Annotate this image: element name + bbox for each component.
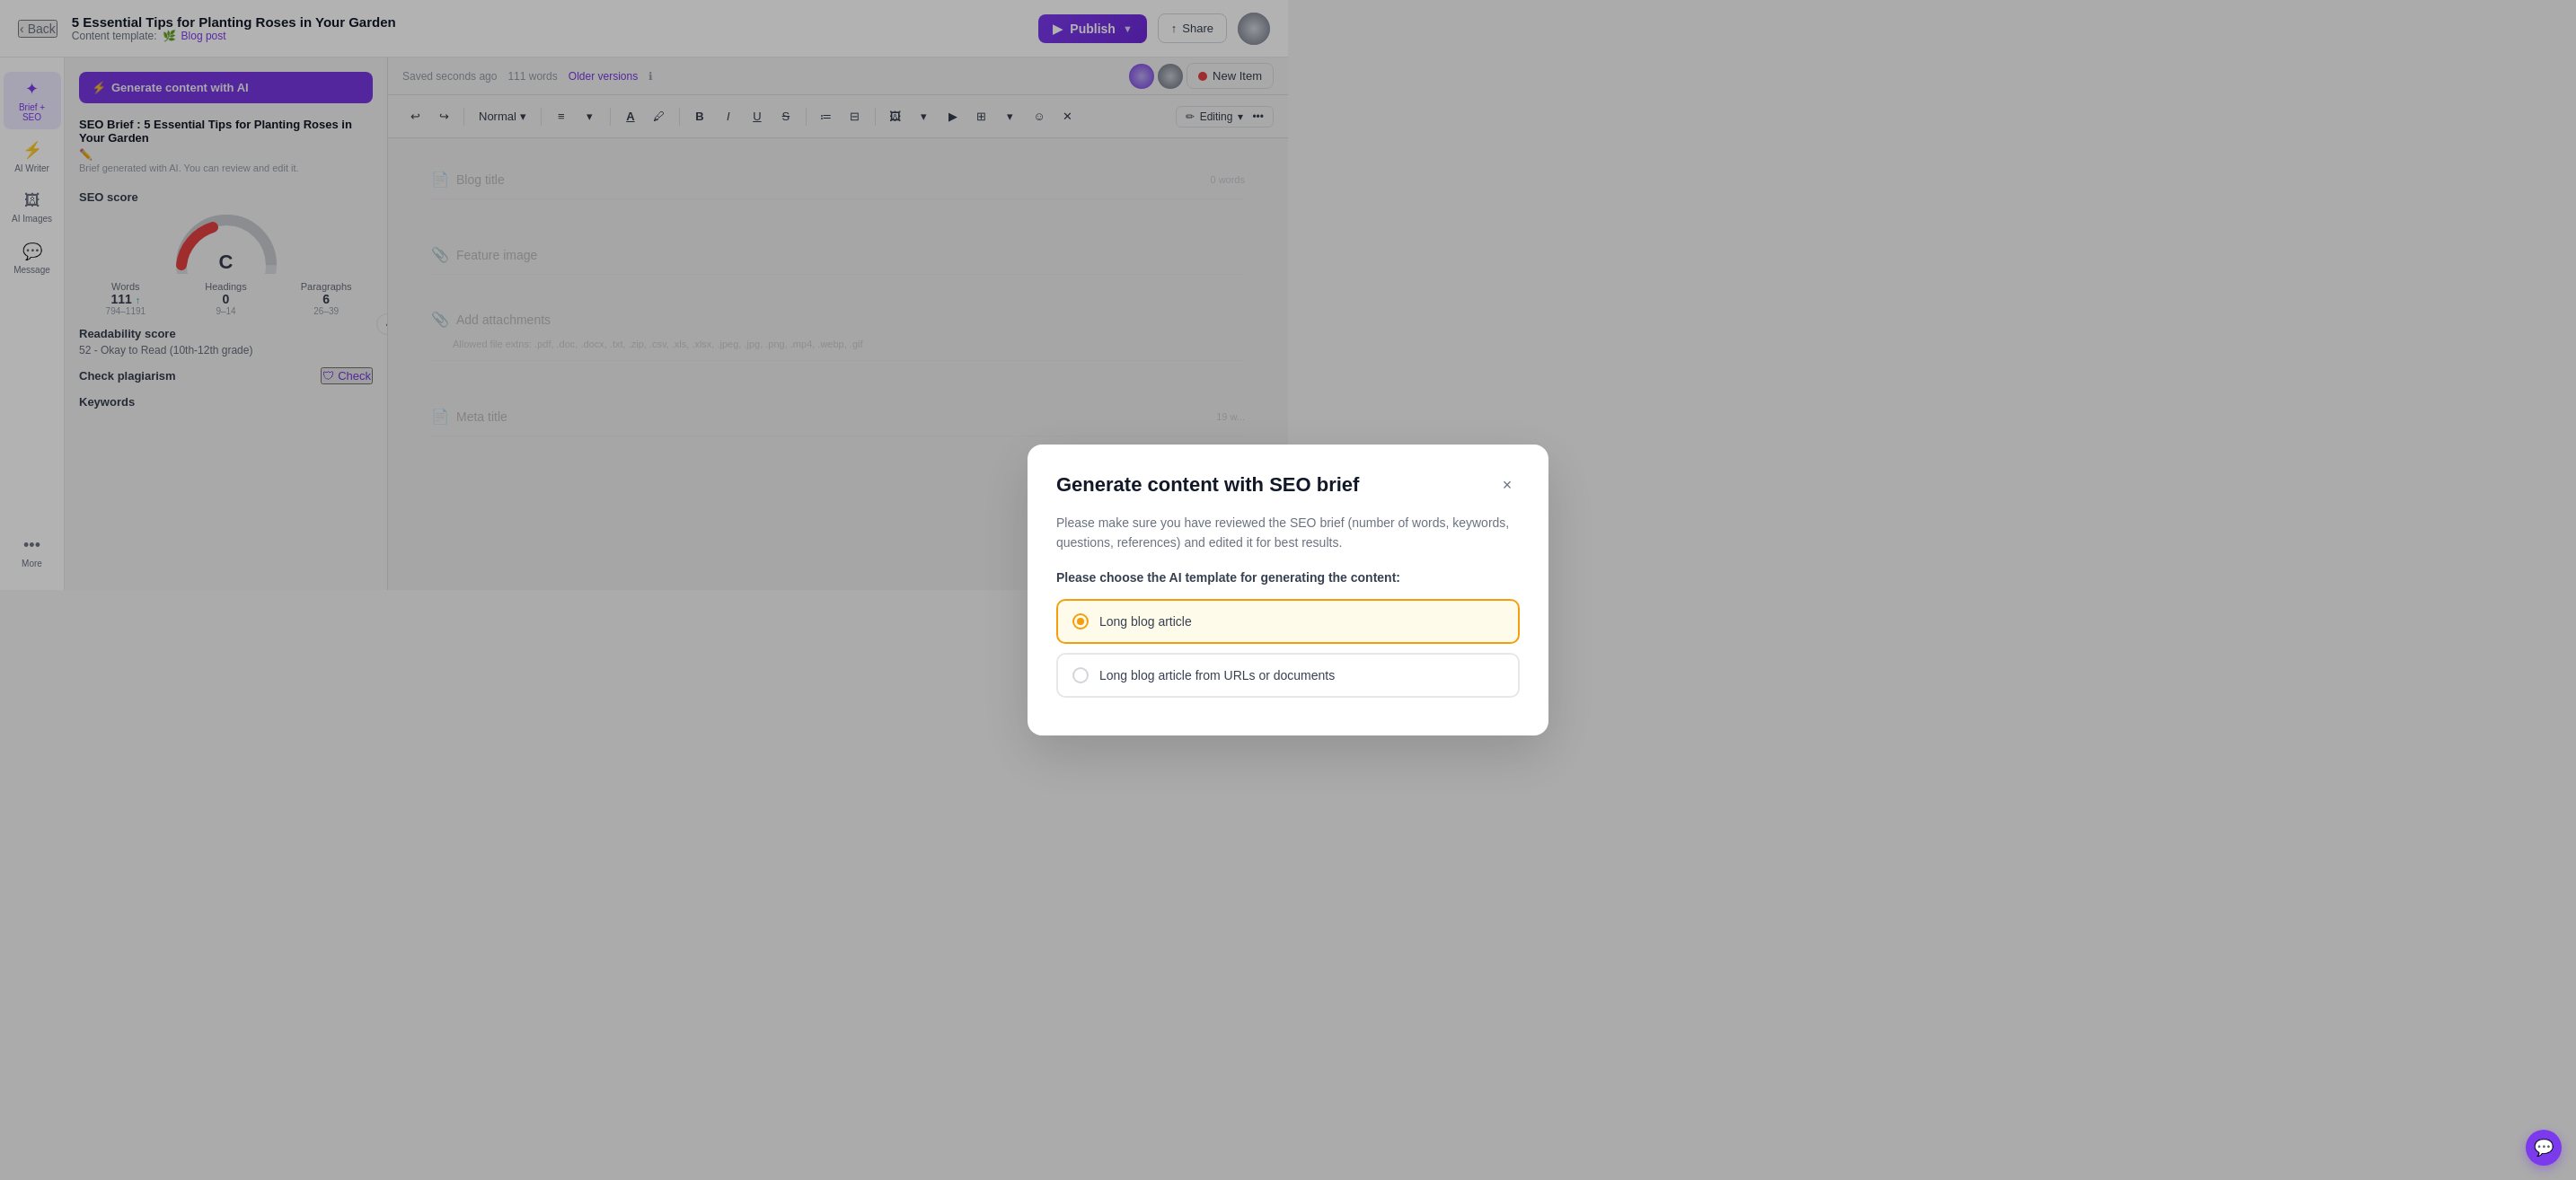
modal-overlay[interactable]: Generate content with SEO brief × Please… (0, 0, 1288, 590)
generate-content-modal: Generate content with SEO brief × Please… (1028, 445, 1288, 590)
modal-question: Please choose the AI template for genera… (1056, 570, 1288, 585)
modal-header: Generate content with SEO brief × (1056, 473, 1288, 498)
modal-description: Please make sure you have reviewed the S… (1056, 513, 1288, 553)
modal-title: Generate content with SEO brief (1056, 473, 1288, 497)
